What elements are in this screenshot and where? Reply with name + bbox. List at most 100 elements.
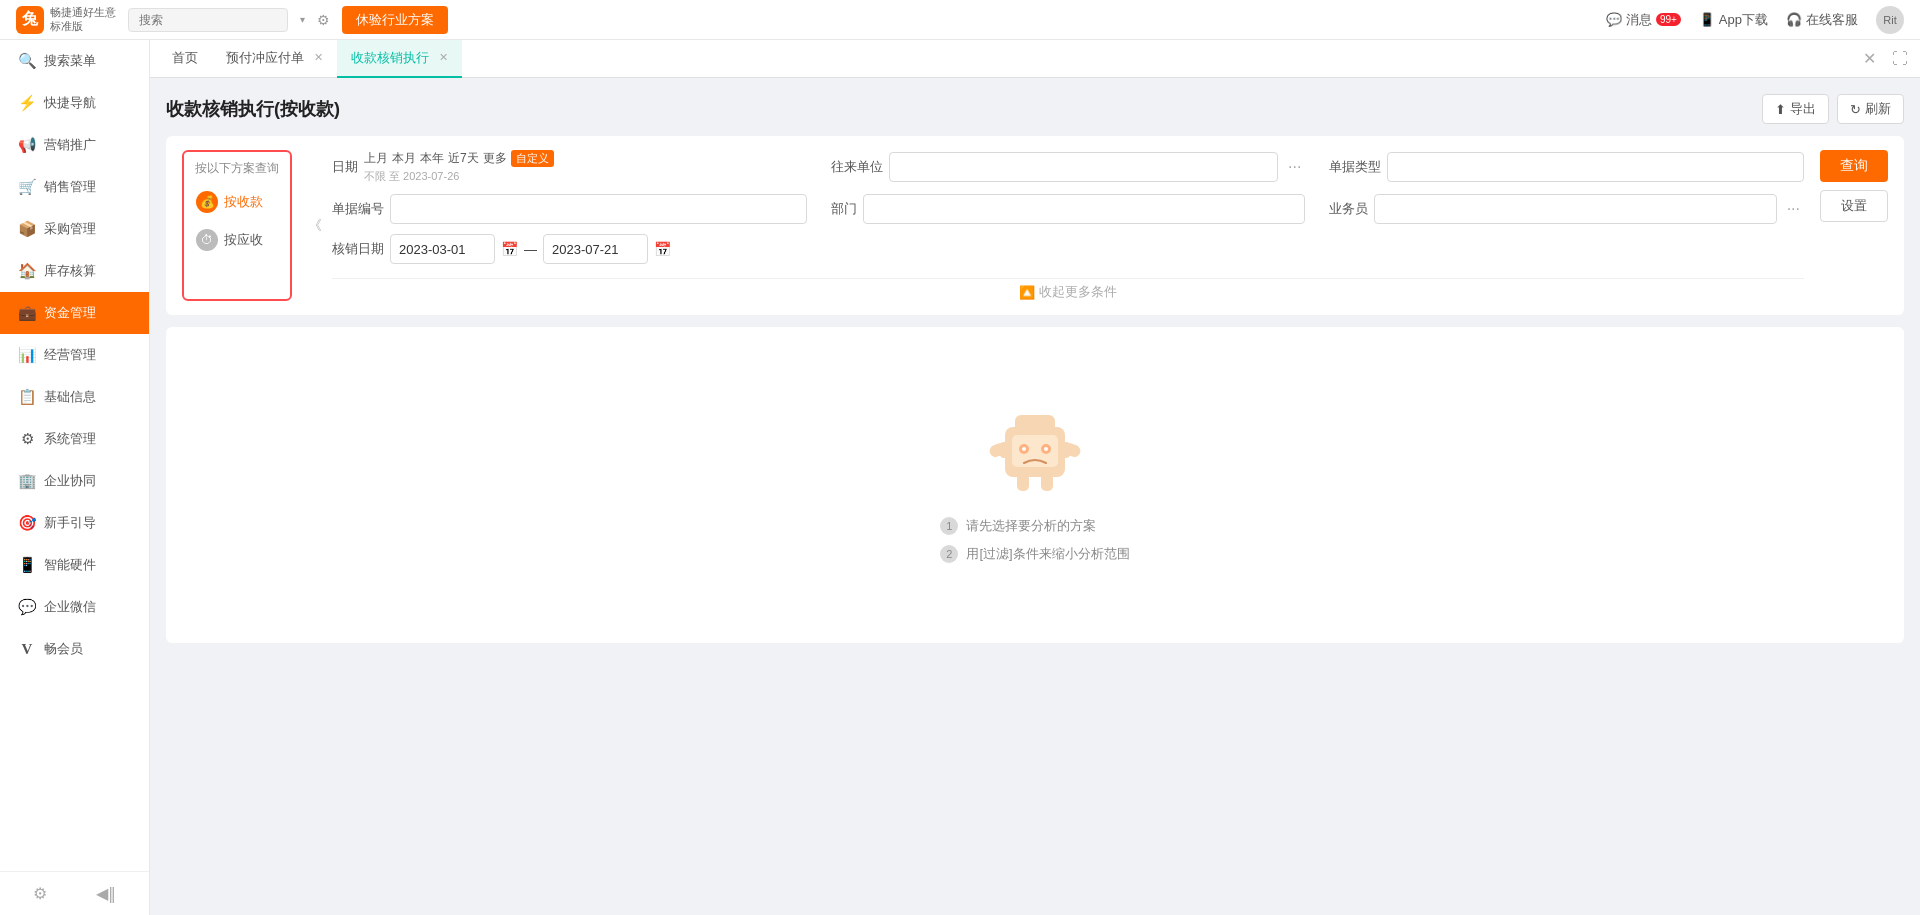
industry-btn[interactable]: 休验行业方案 [342, 6, 448, 34]
app-logo: 兔 畅捷通好生意 标准版 [16, 6, 116, 34]
filter-form-wrapper: 日期 上月 本月 本年 近7天 更多 自定义 不限 至 [332, 150, 1804, 301]
svg-rect-11 [1017, 473, 1029, 491]
verify-date-end-input[interactable] [543, 234, 648, 264]
date-quick-group: 上月 本月 本年 近7天 更多 自定义 不限 至 2023-07-26 [364, 150, 554, 184]
collapse-more-btn[interactable]: 🔼 收起更多条件 [1019, 283, 1117, 301]
sidebar-item-inventory[interactable]: 🏠 库存核算 [0, 250, 149, 292]
guide-icon: 🎯 [18, 514, 36, 532]
sidebar-item-basic-info[interactable]: 📋 基础信息 [0, 376, 149, 418]
docno-label: 单据编号 [332, 200, 384, 218]
dept-label: 部门 [831, 200, 857, 218]
inventory-icon: 🏠 [18, 262, 36, 280]
main-layout: 🔍 搜索菜单 ⚡ 快捷导航 📢 营销推广 🛒 销售管理 📦 采购管理 🏠 库存核… [0, 40, 1920, 915]
query-btn[interactable]: 查询 [1820, 150, 1888, 182]
service-icon: 🎧 [1786, 12, 1802, 27]
page-title: 收款核销执行(按收款) [166, 97, 340, 121]
date-filter-group: 日期 上月 本月 本年 近7天 更多 自定义 不限 至 [332, 150, 807, 184]
collapse-more-area: 🔼 收起更多条件 [332, 278, 1804, 301]
operations-icon: 📊 [18, 346, 36, 364]
tab-receivable-close[interactable]: ✕ [439, 51, 448, 64]
filter-option-receipt[interactable]: 💰 按收款 [184, 183, 290, 221]
quick-date-this-year[interactable]: 本年 [420, 150, 444, 167]
sidebar-item-enterprise[interactable]: 🏢 企业协同 [0, 460, 149, 502]
sales-icon: 🛒 [18, 178, 36, 196]
receivable-option-icon: ⏱ [196, 229, 218, 251]
verify-date-label: 核销日期 [332, 240, 384, 258]
party-label: 往来单位 [831, 158, 883, 176]
quick-date-7days[interactable]: 近7天 [448, 150, 479, 167]
message-btn[interactable]: 💬 消息 99+ [1606, 11, 1681, 29]
avatar: Rit [1876, 6, 1904, 34]
filter-row-1: 日期 上月 本月 本年 近7天 更多 自定义 不限 至 [332, 150, 1804, 184]
verify-date-start-input[interactable] [390, 234, 495, 264]
sidebar-item-funds[interactable]: 💼 资金管理 [0, 292, 149, 334]
sidebar-item-operations[interactable]: 📊 经营管理 [0, 334, 149, 376]
filter-collapse-icon[interactable]: 《 [308, 217, 322, 235]
dept-filter-group: 部门 [831, 194, 1306, 224]
sidebar-item-system[interactable]: ⚙ 系统管理 [0, 418, 149, 460]
svg-point-4 [1022, 447, 1026, 451]
member-icon: V [18, 641, 36, 658]
staff-dots-btn[interactable]: ··· [1783, 200, 1804, 218]
tip2-num: 2 [940, 545, 958, 563]
sidebar-item-search-menu[interactable]: 🔍 搜索菜单 [0, 40, 149, 82]
quick-date-more[interactable]: 更多 [483, 150, 507, 167]
filter-collapse-divider: 《 [308, 150, 322, 301]
settings-bottom-btn[interactable]: ⚙ [29, 880, 51, 907]
collapse-icon: 🔼 [1019, 285, 1035, 300]
tip1-text: 请先选择要分析的方案 [966, 517, 1096, 535]
gear-icon[interactable]: ⚙ [317, 12, 330, 28]
tab-receivable[interactable]: 收款核销执行 ✕ [337, 40, 462, 78]
user-area[interactable]: Rit [1876, 6, 1904, 34]
smart-hw-icon: 📱 [18, 556, 36, 574]
quick-date-custom[interactable]: 自定义 [511, 150, 554, 167]
quick-date-row: 上月 本月 本年 近7天 更多 自定义 [364, 150, 554, 167]
search-menu-icon: 🔍 [18, 52, 36, 70]
sidebar-item-quick-nav[interactable]: ⚡ 快捷导航 [0, 82, 149, 124]
sidebar-item-purchase[interactable]: 📦 采购管理 [0, 208, 149, 250]
tab-prepay[interactable]: 预付冲应付单 ✕ [212, 40, 337, 78]
docno-input[interactable] [390, 194, 807, 224]
funds-icon: 💼 [18, 304, 36, 322]
staff-input[interactable] [1374, 194, 1776, 224]
sidebar-item-member[interactable]: V 畅会员 [0, 628, 149, 670]
verify-date-end-calendar-icon[interactable]: 📅 [654, 241, 671, 257]
top-search-input[interactable] [128, 8, 288, 32]
online-service-btn[interactable]: 🎧 在线客服 [1786, 11, 1858, 29]
filter-row-2: 单据编号 部门 业务员 [332, 194, 1804, 224]
export-btn[interactable]: ⬆ 导出 [1762, 94, 1829, 124]
sidebar-item-marketing[interactable]: 📢 营销推广 [0, 124, 149, 166]
quick-date-last-month[interactable]: 上月 [364, 150, 388, 167]
svg-point-5 [1044, 447, 1048, 451]
sidebar-item-smart-hw[interactable]: 📱 智能硬件 [0, 544, 149, 586]
basic-info-icon: 📋 [18, 388, 36, 406]
sidebar-item-guide[interactable]: 🎯 新手引导 [0, 502, 149, 544]
sidebar-bottom: ⚙ ◀‖ [0, 871, 149, 915]
tab-home[interactable]: 首页 [158, 40, 212, 78]
page-content: 收款核销执行(按收款) ⬆ 导出 ↻ 刷新 按以下方案查询 [150, 78, 1920, 915]
tab-prepay-close[interactable]: ✕ [314, 51, 323, 64]
settings-form-btn[interactable]: 设置 [1820, 190, 1888, 222]
dept-select[interactable] [863, 194, 1306, 224]
marketing-icon: 📢 [18, 136, 36, 154]
search-chevron-icon[interactable]: ▾ [300, 14, 305, 25]
empty-state: 1 请先选择要分析的方案 2 用[过滤]条件来缩小分析范围 [166, 327, 1904, 643]
tab-close-all-btn[interactable]: ✕ [1859, 45, 1880, 72]
sidebar-item-wechat[interactable]: 💬 企业微信 [0, 586, 149, 628]
refresh-btn[interactable]: ↻ 刷新 [1837, 94, 1904, 124]
verify-date-start-calendar-icon[interactable]: 📅 [501, 241, 518, 257]
filter-option-receivable[interactable]: ⏱ 按应收 [184, 221, 290, 259]
sidebar-item-sales[interactable]: 🛒 销售管理 [0, 166, 149, 208]
message-icon: 💬 [1606, 12, 1622, 27]
verify-date-sep: — [524, 242, 537, 257]
message-badge: 99+ [1656, 13, 1681, 26]
tab-expand-btn[interactable]: ⛶ [1888, 46, 1912, 72]
doctype-select[interactable] [1387, 152, 1804, 182]
app-download-btn[interactable]: 📱 App下载 [1699, 11, 1768, 29]
party-dots-btn[interactable]: ··· [1284, 158, 1305, 176]
party-input[interactable] [889, 152, 1278, 182]
quick-date-this-month[interactable]: 本月 [392, 150, 416, 167]
date-label: 日期 [332, 158, 358, 176]
collapse-sidebar-btn[interactable]: ◀‖ [92, 880, 120, 907]
empty-tip-1: 1 请先选择要分析的方案 [940, 517, 1129, 535]
